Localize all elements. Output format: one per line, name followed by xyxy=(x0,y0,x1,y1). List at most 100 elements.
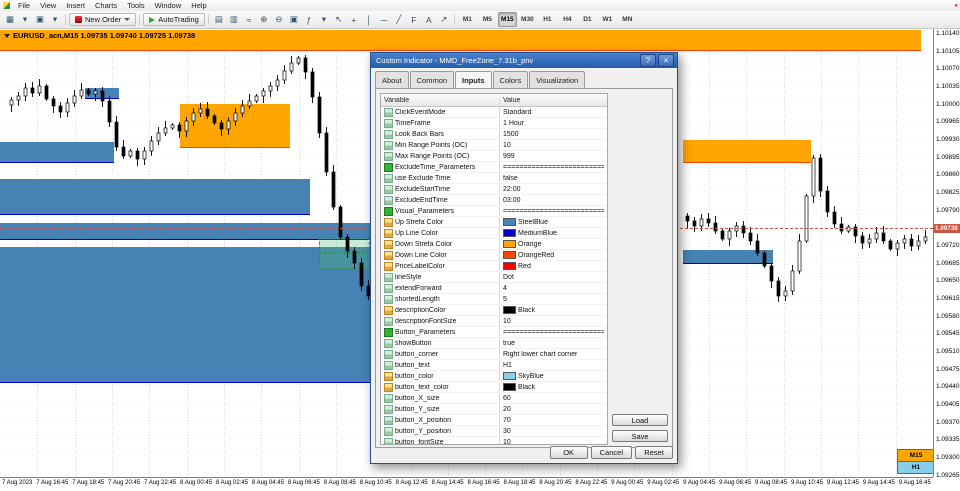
parameter-value[interactable]: 70 xyxy=(503,417,511,424)
zoom-in-icon[interactable]: ⊕ xyxy=(257,13,271,26)
parameter-value[interactable]: 10 xyxy=(503,142,511,149)
parameter-row[interactable]: Up Line Color MediumBlue xyxy=(381,228,607,239)
parameter-row[interactable]: Max Range Points (OC) 999 xyxy=(381,151,607,162)
parameter-row[interactable]: button_X_size 60 xyxy=(381,393,607,404)
dialog-tab[interactable]: Common xyxy=(409,71,455,88)
parameter-value[interactable]: 1500 xyxy=(503,131,519,138)
cancel-button[interactable]: Cancel xyxy=(590,446,632,459)
parameter-value[interactable]: 5 xyxy=(503,296,507,303)
parameter-value[interactable]: Black xyxy=(518,307,535,314)
vertical-line-icon[interactable]: │ xyxy=(362,13,376,26)
tile-windows-icon[interactable]: ▣ xyxy=(287,13,301,26)
parameter-row[interactable]: button_fontSize 10 xyxy=(381,437,607,445)
menu-item[interactable]: View xyxy=(35,0,61,11)
parameter-value[interactable]: Black xyxy=(518,384,535,391)
parameter-row[interactable]: button_text H1 xyxy=(381,360,607,371)
parameter-row[interactable]: lineStyle Dot xyxy=(381,272,607,283)
time-axis[interactable]: 7 Aug 2023 7 Aug 16:45 7 Aug 18:45 7 Aug 20… xyxy=(0,477,933,491)
timeframe-button[interactable]: M1 xyxy=(458,12,477,27)
parameter-value[interactable]: 999 xyxy=(503,153,515,160)
parameter-value[interactable]: 4 xyxy=(503,285,507,292)
profiles-icon[interactable]: ▣ xyxy=(33,13,47,26)
save-button[interactable]: Save xyxy=(612,430,668,442)
parameter-row[interactable]: descriptionColor Black xyxy=(381,305,607,316)
parameter-value[interactable]: SteelBlue xyxy=(518,219,548,226)
parameter-row[interactable]: button_Y_position 30 xyxy=(381,426,607,437)
parameter-row[interactable]: button_color SkyBlue xyxy=(381,371,607,382)
fibonacci-icon[interactable]: F xyxy=(407,13,421,26)
menu-item[interactable]: Insert xyxy=(61,0,90,11)
parameter-value[interactable]: Standard xyxy=(503,109,531,116)
timeframe-button[interactable]: H1 xyxy=(538,12,557,27)
parameter-row[interactable]: ExcludeEndTime 03:00 xyxy=(381,195,607,206)
parameter-value[interactable]: Right lower chart corner xyxy=(503,351,577,358)
parameter-value[interactable]: 60 xyxy=(503,395,511,402)
parameter-row[interactable]: ExcludeTime_Parameters =================… xyxy=(381,162,607,173)
new-order-button[interactable]: New Order xyxy=(69,13,137,26)
parameter-row[interactable]: button_text_color Black xyxy=(381,382,607,393)
text-label-icon[interactable]: A xyxy=(422,13,436,26)
symbol-dropdown-icon[interactable] xyxy=(4,33,10,38)
help-icon[interactable]: ? xyxy=(640,54,656,67)
timeframe-button[interactable]: M5 xyxy=(478,12,497,27)
parameter-value[interactable]: SkyBlue xyxy=(518,373,544,380)
candlestick-chart-icon[interactable]: ▥ xyxy=(227,13,241,26)
parameter-row[interactable]: button_X_position 70 xyxy=(381,415,607,426)
parameter-row[interactable]: button_Y_size 20 xyxy=(381,404,607,415)
parameter-row[interactable]: extendForward 4 xyxy=(381,283,607,294)
timeframe-button[interactable]: D1 xyxy=(578,12,597,27)
dialog-titlebar[interactable]: Custom Indicator - MMD_FreeZone_7.31b_pn… xyxy=(371,53,677,68)
parameter-value[interactable]: true xyxy=(503,340,515,347)
timeframe-button[interactable]: M15 xyxy=(497,12,517,27)
timeframe-button[interactable]: MN xyxy=(618,12,637,27)
reset-button[interactable]: Reset xyxy=(635,446,673,459)
parameter-value[interactable]: 03:00 xyxy=(503,197,521,204)
parameter-row[interactable]: PriceLabelColor Red xyxy=(381,261,607,272)
new-chart-icon[interactable]: ▦ xyxy=(3,13,17,26)
parameter-value[interactable]: MediumBlue xyxy=(518,230,557,237)
parameter-row[interactable]: ClickEventMode Standard xyxy=(381,107,607,118)
autotrading-button[interactable]: AutoTrading xyxy=(143,13,205,26)
crosshair-icon[interactable]: + xyxy=(347,13,361,26)
parameter-row[interactable]: ExcludeStartTime 22:00 xyxy=(381,184,607,195)
parameter-value[interactable]: 1 Hour xyxy=(503,120,524,127)
trendline-icon[interactable]: ╱ xyxy=(392,13,406,26)
dialog-tab[interactable]: Inputs xyxy=(455,71,492,88)
parameter-row[interactable]: button_corner Right lower chart corner xyxy=(381,349,607,360)
zoom-out-icon[interactable]: ⊖ xyxy=(272,13,286,26)
timeframe-button[interactable]: M30 xyxy=(518,12,537,27)
parameter-value[interactable]: 20 xyxy=(503,406,511,413)
parameter-value[interactable]: 10 xyxy=(503,318,511,325)
parameter-row[interactable]: shortedLength 5 xyxy=(381,294,607,305)
profiles-dropdown-icon[interactable]: ▾ xyxy=(48,13,62,26)
parameter-value[interactable]: ========================= xyxy=(503,164,604,171)
menu-item[interactable]: Tools xyxy=(122,0,150,11)
arrow-icon[interactable]: ↗ xyxy=(437,13,451,26)
menu-item[interactable]: Help xyxy=(186,0,211,11)
parameter-value[interactable]: Orange xyxy=(518,241,541,248)
timeframe-button[interactable]: W1 xyxy=(598,12,617,27)
parameter-row[interactable]: showButton true xyxy=(381,338,607,349)
parameter-value[interactable]: 10 xyxy=(503,439,511,445)
horizontal-line-icon[interactable]: ─ xyxy=(377,13,391,26)
parameter-row[interactable]: Down Line Color OrangeRed xyxy=(381,250,607,261)
timeframe-button[interactable]: H4 xyxy=(558,12,577,27)
ok-button[interactable]: OK xyxy=(549,446,588,459)
parameter-row[interactable]: Visual_Parameters ======================… xyxy=(381,206,607,217)
bar-chart-icon[interactable]: ▤ xyxy=(212,13,226,26)
parameter-row[interactable]: Down Strefa Color Orange xyxy=(381,239,607,250)
parameter-row[interactable]: Up Strefa Color SteelBlue xyxy=(381,217,607,228)
menu-item[interactable]: File xyxy=(13,0,35,11)
indicators-dropdown-icon[interactable]: ▾ xyxy=(317,13,331,26)
load-button[interactable]: Load xyxy=(612,414,668,426)
dialog-tab[interactable]: Colors xyxy=(492,71,529,88)
parameter-row[interactable]: Look Back Bars 1500 xyxy=(381,129,607,140)
parameter-value[interactable]: false xyxy=(503,175,518,182)
indicators-icon[interactable]: ƒ xyxy=(302,13,316,26)
parameter-row[interactable]: Min Range Points (OC) 10 xyxy=(381,140,607,151)
price-axis[interactable]: 1.10140 1.10105 1.10070 1.10035 1.10000 1.099… xyxy=(933,28,960,479)
parameter-value[interactable]: Red xyxy=(518,263,531,270)
parameter-value[interactable]: 30 xyxy=(503,428,511,435)
parameter-row[interactable]: use Exclude Time false xyxy=(381,173,607,184)
parameter-row[interactable]: descriptionFontSize 10 xyxy=(381,316,607,327)
